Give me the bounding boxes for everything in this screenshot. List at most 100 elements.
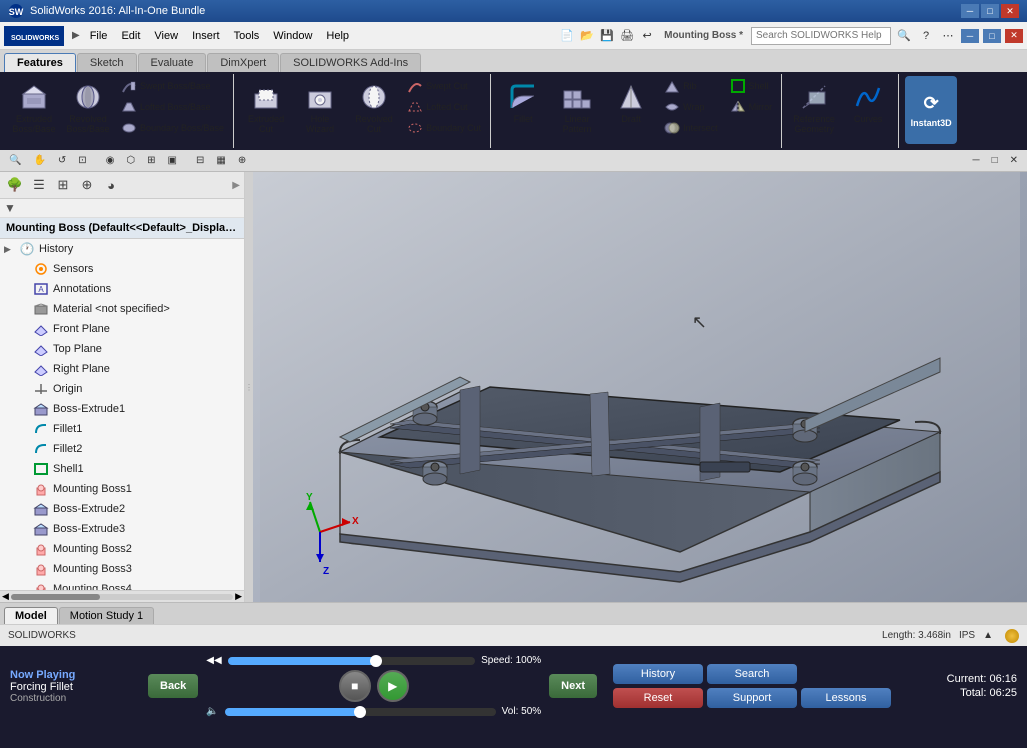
options-icon[interactable]: ⋯	[939, 27, 957, 45]
shell-button[interactable]: Shell	[725, 76, 778, 96]
tree-item-material[interactable]: Material <not specified>	[0, 299, 244, 319]
sidebar-expand-arrow[interactable]: ▶	[232, 180, 240, 191]
search-input[interactable]	[751, 27, 891, 45]
extruded-boss-button[interactable]: ExtrudedBoss/Base	[8, 76, 60, 144]
sidebar-list-icon[interactable]: ☰	[28, 174, 50, 196]
instant3d-button[interactable]: ⟳ Instant3D	[905, 76, 957, 144]
minimize-button[interactable]: ─	[961, 4, 979, 18]
view-toolbar-max[interactable]: □	[987, 153, 1003, 168]
fillet-button[interactable]: Fillet	[497, 76, 549, 144]
speed-slider[interactable]	[228, 657, 475, 665]
view-display-mode-icon[interactable]: ◉	[101, 153, 120, 168]
tree-item-right-plane[interactable]: Right Plane	[0, 359, 244, 379]
tab-evaluate[interactable]: Evaluate	[138, 53, 207, 72]
menu-item-window[interactable]: Window	[267, 28, 318, 44]
sidebar-grid-icon[interactable]: ⊞	[52, 174, 74, 196]
menu-item-tools[interactable]: Tools	[228, 28, 266, 44]
tree-item-front-plane[interactable]: Front Plane	[0, 319, 244, 339]
menu-item-view[interactable]: View	[148, 28, 184, 44]
undo-icon[interactable]: ↩	[638, 27, 656, 45]
tree-item-annotations[interactable]: A Annotations	[0, 279, 244, 299]
revolved-boss-button[interactable]: RevolvedBoss/Base	[62, 76, 114, 144]
menu-item-edit[interactable]: Edit	[115, 28, 146, 44]
intersect-button[interactable]: Intersect	[659, 118, 723, 138]
viewport[interactable]: Y X Z ↖	[253, 172, 1027, 602]
boundary-cut-button[interactable]: Boundary Cut	[402, 118, 486, 138]
media-support-button[interactable]: Support	[707, 688, 797, 708]
media-lessons-button[interactable]: Lessons	[801, 688, 891, 708]
tree-item-mounting-boss2[interactable]: Mounting Boss2	[0, 539, 244, 559]
wrap-button[interactable]: Wrap	[659, 97, 723, 117]
rib-button[interactable]: Rib	[659, 76, 723, 96]
boundary-boss-button[interactable]: Boundary Boss/Base	[116, 118, 229, 138]
view-wireframe-icon[interactable]: ⬡	[121, 153, 140, 168]
tree-item-mounting-boss4[interactable]: Mounting Boss4	[0, 579, 244, 590]
open-file-icon[interactable]: 📂	[578, 27, 596, 45]
ribbon-maximize-button[interactable]: □	[983, 29, 1001, 43]
tree-item-history[interactable]: ▶ 🕐 History	[0, 239, 244, 259]
media-stop-button[interactable]: ■	[339, 670, 371, 702]
tree-item-boss-extrude2[interactable]: Boss-Extrude2	[0, 499, 244, 519]
media-search-button[interactable]: Search	[707, 664, 797, 684]
tab-features[interactable]: Features	[4, 53, 76, 72]
tree-item-mounting-boss3[interactable]: Mounting Boss3	[0, 559, 244, 579]
revolved-cut-button[interactable]: RevolvedCut	[348, 76, 400, 144]
view-appearance-icon[interactable]: ▦	[211, 153, 230, 168]
tree-item-fillet1[interactable]: Fillet1	[0, 419, 244, 439]
tree-item-shell1[interactable]: Shell1	[0, 459, 244, 479]
resize-handle[interactable]: ⋮	[245, 172, 253, 602]
tree-item-mounting-boss1[interactable]: Mounting Boss1	[0, 479, 244, 499]
status-units-arrow[interactable]: ▲	[983, 630, 993, 641]
tree-item-boss-extrude3[interactable]: Boss-Extrude3	[0, 519, 244, 539]
draft-button[interactable]: Draft	[605, 76, 657, 144]
tree-item-origin[interactable]: Origin	[0, 379, 244, 399]
view-shaded-icon[interactable]: ▣	[163, 153, 182, 168]
new-file-icon[interactable]: 📄	[558, 27, 576, 45]
maximize-button[interactable]: □	[981, 4, 999, 18]
swept-boss-button[interactable]: Swept Boss/Base	[116, 76, 229, 96]
tree-item-sensors[interactable]: Sensors	[0, 259, 244, 279]
doc-close-button[interactable]: ✕	[1005, 29, 1023, 43]
view-toolbar-min[interactable]: ─	[967, 153, 984, 168]
vol-slider[interactable]	[225, 708, 496, 716]
hscroll-right[interactable]: ▶	[235, 591, 242, 602]
extruded-cut-button[interactable]: ExtrudedCut	[240, 76, 292, 144]
tab-dimxpert[interactable]: DimXpert	[207, 53, 279, 72]
tree-item-fillet2[interactable]: Fillet2	[0, 439, 244, 459]
view-hidden-icon[interactable]: ⊞	[142, 153, 160, 168]
tree-item-top-plane[interactable]: Top Plane	[0, 339, 244, 359]
media-reset-button[interactable]: Reset	[613, 688, 703, 708]
menu-item-insert[interactable]: Insert	[186, 28, 226, 44]
tab-addins[interactable]: SOLIDWORKS Add-Ins	[280, 53, 421, 72]
lofted-cut-button[interactable]: Lofted Cut	[402, 97, 486, 117]
search-icon[interactable]: 🔍	[895, 27, 913, 45]
help-icon[interactable]: ?	[917, 27, 935, 45]
save-icon[interactable]: 💾	[598, 27, 616, 45]
view-fit-icon[interactable]: ⊡	[73, 153, 91, 168]
linear-pattern-button[interactable]: LinearPattern	[551, 76, 603, 144]
swept-cut-button[interactable]: Swept Cut	[402, 76, 486, 96]
lofted-boss-button[interactable]: Lofted Boss/Base	[116, 97, 229, 117]
sidebar-hscroll[interactable]: ◀ ▶	[0, 590, 244, 602]
sidebar-pie-icon[interactable]: ◕	[100, 174, 122, 196]
sidebar-tree-icon[interactable]: 🌳	[4, 174, 26, 196]
view-rotate-icon[interactable]: ↺	[53, 153, 71, 168]
hole-wizard-button[interactable]: HoleWizard	[294, 76, 346, 144]
menu-item-file[interactable]: File	[84, 28, 114, 44]
close-button[interactable]: ✕	[1001, 4, 1019, 18]
reference-geometry-button[interactable]: ReferenceGeometry	[788, 76, 840, 144]
tree-item-boss-extrude1[interactable]: Boss-Extrude1	[0, 399, 244, 419]
history-expand[interactable]: ▶	[4, 244, 18, 255]
btab-model[interactable]: Model	[4, 607, 58, 624]
menu-expand-arrow[interactable]: ▶	[72, 30, 80, 41]
tab-sketch[interactable]: Sketch	[77, 53, 137, 72]
status-notification-dot[interactable]	[1005, 629, 1019, 643]
curves-button[interactable]: Curves	[842, 76, 894, 144]
media-next-button[interactable]: Next	[549, 674, 597, 698]
hscroll-left[interactable]: ◀	[2, 591, 9, 602]
view-options-icon[interactable]: ⊕	[233, 153, 251, 168]
sidebar-target-icon[interactable]: ⊕	[76, 174, 98, 196]
view-section-icon[interactable]: ⊟	[191, 153, 209, 168]
print-icon[interactable]: 🖨	[618, 27, 636, 45]
btab-motion-study[interactable]: Motion Study 1	[59, 607, 154, 624]
